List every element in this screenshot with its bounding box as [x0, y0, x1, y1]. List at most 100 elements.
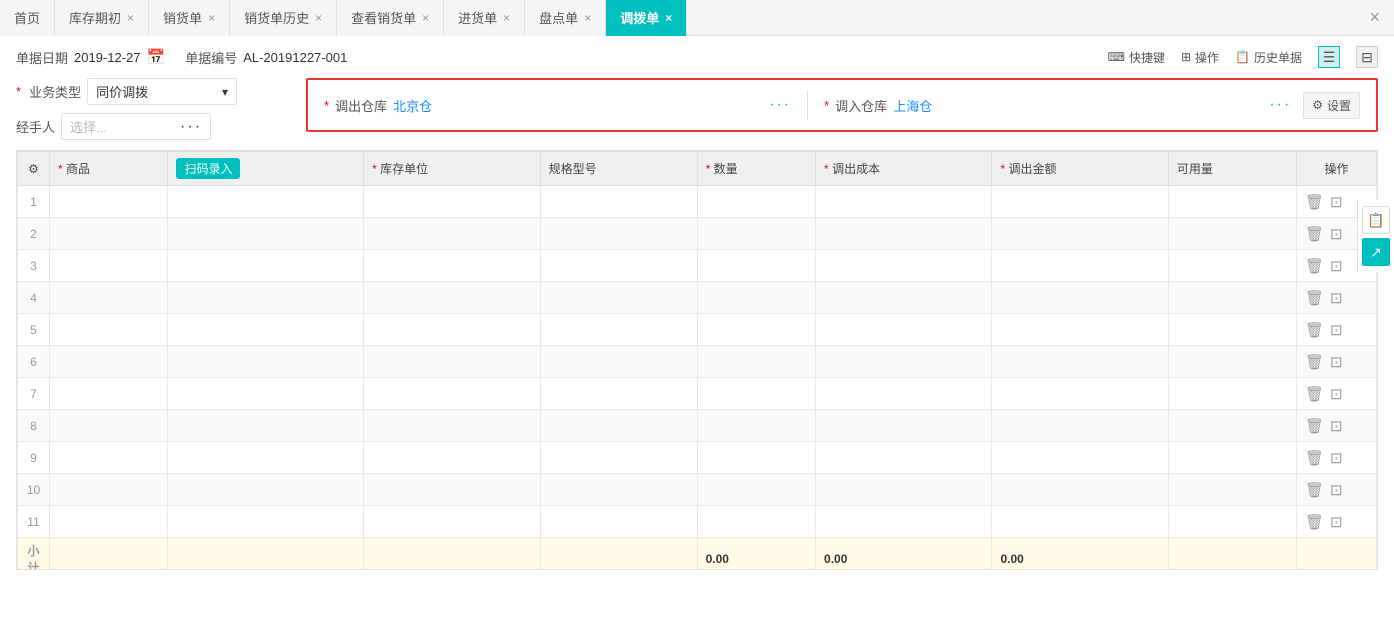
ops-button[interactable]: ⊞ 操作 — [1181, 49, 1219, 66]
th-settings[interactable]: ⚙ — [18, 152, 50, 186]
row-amount-2[interactable] — [992, 218, 1168, 250]
tab-home[interactable]: 首页 — [0, 0, 55, 36]
delete-icon-6[interactable]: 🗑 — [1305, 353, 1324, 371]
close-tab-sales-history[interactable]: × — [315, 11, 322, 25]
row-qty-3[interactable] — [697, 250, 815, 282]
row-product-1[interactable] — [50, 186, 168, 218]
row-qty-8[interactable] — [697, 410, 815, 442]
row-amount-9[interactable] — [992, 442, 1168, 474]
delete-icon-1[interactable]: 🗑 — [1305, 193, 1324, 211]
row-amount-3[interactable] — [992, 250, 1168, 282]
row-amount-4[interactable] — [992, 282, 1168, 314]
row-amount-8[interactable] — [992, 410, 1168, 442]
row-qty-7[interactable] — [697, 378, 815, 410]
row-amount-7[interactable] — [992, 378, 1168, 410]
row-qty-1[interactable] — [697, 186, 815, 218]
delete-icon-10[interactable]: 🗑 — [1305, 481, 1324, 499]
global-close-button[interactable]: × — [1355, 7, 1394, 28]
row-amount-11[interactable] — [992, 506, 1168, 538]
row-qty-5[interactable] — [697, 314, 815, 346]
row-amount-5[interactable] — [992, 314, 1168, 346]
history-button[interactable]: 📋 历史单据 — [1235, 49, 1302, 66]
close-tab-sales-order[interactable]: × — [208, 11, 215, 25]
close-tab-stocktake[interactable]: × — [584, 11, 591, 25]
layout-list-button[interactable]: ☰ — [1318, 46, 1340, 68]
tab-view-sales[interactable]: 查看销货单 × — [337, 0, 444, 36]
delete-icon-4[interactable]: 🗑 — [1305, 289, 1324, 307]
delete-icon-11[interactable]: 🗑 — [1305, 513, 1324, 531]
calendar-icon[interactable]: 📅 — [147, 48, 166, 66]
copy-icon-5[interactable]: ⊡ — [1330, 321, 1343, 339]
row-cost-8[interactable] — [816, 410, 992, 442]
copy-icon-10[interactable]: ⊡ — [1330, 481, 1343, 499]
row-qty-4[interactable] — [697, 282, 815, 314]
row-cost-1[interactable] — [816, 186, 992, 218]
delete-icon-9[interactable]: 🗑 — [1305, 449, 1324, 467]
close-tab-inventory-init[interactable]: × — [127, 11, 134, 25]
copy-icon-8[interactable]: ⊡ — [1330, 417, 1343, 435]
close-tab-purchase[interactable]: × — [503, 11, 510, 25]
delete-icon-5[interactable]: 🗑 — [1305, 321, 1324, 339]
tab-sales-order[interactable]: 销货单 × — [149, 0, 230, 36]
copy-icon-9[interactable]: ⊡ — [1330, 449, 1343, 467]
row-amount-10[interactable] — [992, 474, 1168, 506]
row-cost-5[interactable] — [816, 314, 992, 346]
copy-icon-4[interactable]: ⊡ — [1330, 289, 1343, 307]
copy-icon-1[interactable]: ⊡ — [1330, 193, 1343, 211]
delete-icon-2[interactable]: 🗑 — [1305, 225, 1324, 243]
tab-transfer[interactable]: 调拨单 × — [606, 0, 687, 36]
close-tab-view-sales[interactable]: × — [422, 11, 429, 25]
row-product-4[interactable] — [50, 282, 168, 314]
copy-icon-7[interactable]: ⊡ — [1330, 385, 1343, 403]
row-amount-6[interactable] — [992, 346, 1168, 378]
row-qty-9[interactable] — [697, 442, 815, 474]
doc-field: 单据编号 AL-20191227-001 — [185, 48, 347, 67]
row-product-2[interactable] — [50, 218, 168, 250]
copy-icon-11[interactable]: ⊡ — [1330, 513, 1343, 531]
row-product-6[interactable] — [50, 346, 168, 378]
delete-icon-3[interactable]: 🗑 — [1305, 257, 1324, 275]
shortcut-button[interactable]: ⌨ 快捷键 — [1108, 49, 1165, 66]
row-product-7[interactable] — [50, 378, 168, 410]
row-amount-1[interactable] — [992, 186, 1168, 218]
sidebar-notes-icon[interactable]: 📋 — [1362, 206, 1390, 234]
handler-select[interactable]: 选择... ··· — [61, 113, 211, 140]
settings-button[interactable]: ⚙ 设置 — [1303, 92, 1360, 119]
row-cost-11[interactable] — [816, 506, 992, 538]
row-cost-6[interactable] — [816, 346, 992, 378]
delete-icon-7[interactable]: 🗑 — [1305, 385, 1324, 403]
copy-icon-6[interactable]: ⊡ — [1330, 353, 1343, 371]
tab-inventory-init[interactable]: 库存期初 × — [55, 0, 149, 36]
row-cost-3[interactable] — [816, 250, 992, 282]
tab-purchase[interactable]: 进货单 × — [444, 0, 525, 36]
in-warehouse-more[interactable]: ··· — [1269, 96, 1291, 114]
row-cost-9[interactable] — [816, 442, 992, 474]
copy-icon-2[interactable]: ⊡ — [1330, 225, 1343, 243]
row-qty-10[interactable] — [697, 474, 815, 506]
row-qty-6[interactable] — [697, 346, 815, 378]
row-qty-11[interactable] — [697, 506, 815, 538]
row-product-11[interactable] — [50, 506, 168, 538]
tab-stocktake[interactable]: 盘点单 × — [525, 0, 606, 36]
row-product-8[interactable] — [50, 410, 168, 442]
row-product-3[interactable] — [50, 250, 168, 282]
out-warehouse-more[interactable]: ··· — [769, 96, 791, 114]
copy-icon-3[interactable]: ⊡ — [1330, 257, 1343, 275]
scan-button[interactable]: 扫码录入 — [176, 158, 240, 179]
biz-type-select[interactable]: 同价调拨 ▾ — [87, 78, 237, 105]
sidebar-expand-icon[interactable]: ↗ — [1362, 238, 1390, 266]
tab-sales-history[interactable]: 销货单历史 × — [230, 0, 337, 36]
row-cost-2[interactable] — [816, 218, 992, 250]
delete-icon-8[interactable]: 🗑 — [1305, 417, 1324, 435]
layout-grid-button[interactable]: ⊟ — [1356, 46, 1378, 68]
row-qty-2[interactable] — [697, 218, 815, 250]
row-cost-7[interactable] — [816, 378, 992, 410]
row-product-9[interactable] — [50, 442, 168, 474]
handler-more[interactable]: ··· — [180, 118, 202, 136]
row-cost-10[interactable] — [816, 474, 992, 506]
row-product-10[interactable] — [50, 474, 168, 506]
row-product-5[interactable] — [50, 314, 168, 346]
subtotal-qty: 0.00 — [697, 538, 815, 571]
close-tab-transfer[interactable]: × — [665, 11, 672, 25]
row-cost-4[interactable] — [816, 282, 992, 314]
